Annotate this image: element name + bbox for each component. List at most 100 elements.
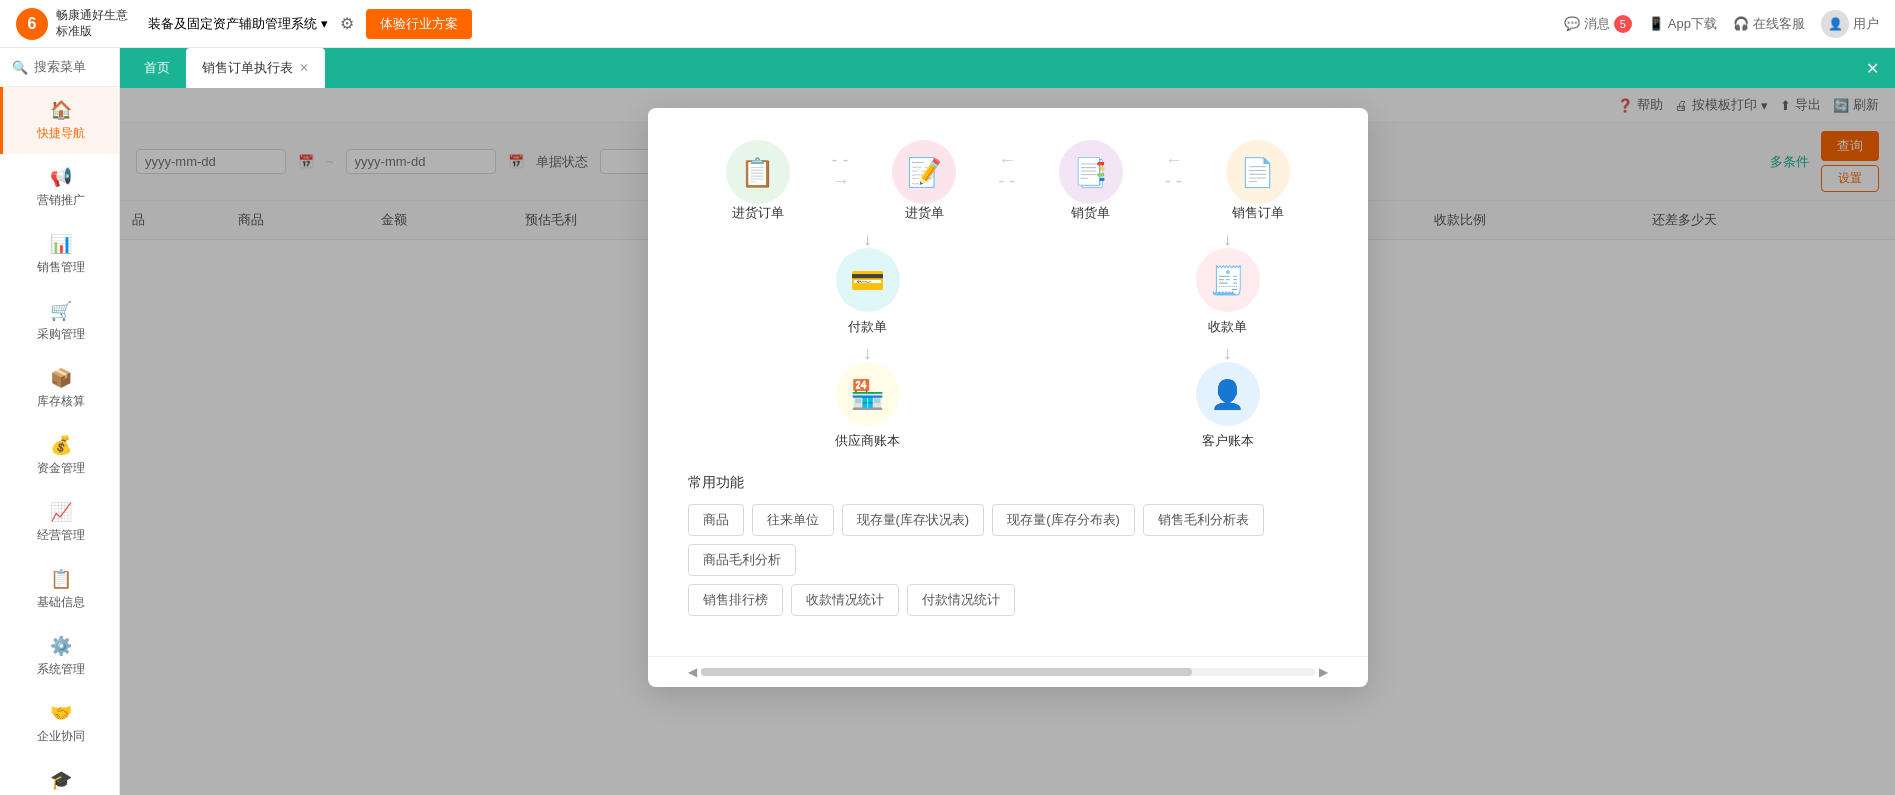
common-btn-group-2: 销售排行榜 收款情况统计 付款情况统计 (688, 584, 1328, 616)
receipt-label: 收款单 (1208, 318, 1247, 336)
btn-sales-profit[interactable]: 销售毛利分析表 (1143, 504, 1264, 536)
sales-bill-label: 销货单 (1071, 204, 1110, 222)
btn-stock-dist[interactable]: 现存量(库存分布表) (992, 504, 1135, 536)
newbie-icon: 🎓 (50, 769, 72, 791)
btn-product[interactable]: 商品 (688, 504, 744, 536)
inventory-icon: 📦 (50, 367, 72, 389)
basic-icon: 📋 (50, 568, 72, 590)
settings-button[interactable]: ⚙ (340, 14, 354, 33)
sidebar-item-operations[interactable]: 📈 经营管理 (0, 489, 119, 556)
header-actions: 💬 消息 5 📱 App下载 🎧 在线客服 👤 用户 (1564, 10, 1879, 38)
quick-nav-modal: 📋 进货订单 - - → 📝 进货单 (648, 108, 1368, 687)
message-badge: 5 (1614, 15, 1632, 33)
btn-product-profit[interactable]: 商品毛利分析 (688, 544, 796, 576)
top-header: 6 畅康通好生意 标准版 装备及固定资产辅助管理系统 ▾ ⚙ 体验行业方案 💬 … (0, 0, 1895, 48)
arrow-left-2: ← - - (1161, 150, 1188, 192)
sidebar: 🔍 搜索菜单 🏠 快捷导航 📢 营销推广 📊 销售管理 🛒 采购管理 📦 库存核… (0, 48, 120, 795)
purchase-order-label: 进货订单 (732, 204, 784, 222)
purchase-icon: 🛒 (50, 300, 72, 322)
purchase-bill-icon: 📝 (892, 140, 956, 204)
page-area: ❓ 帮助 🖨 按模板打印 ▾ ⬆ 导出 🔄 刷新 (120, 88, 1895, 795)
dropdown-arrow-icon: ▾ (321, 16, 328, 31)
scroll-left-icon[interactable]: ◀ (688, 665, 697, 679)
sidebar-item-quick[interactable]: 🏠 快捷导航 (0, 87, 119, 154)
avatar-icon: 👤 (1821, 10, 1849, 38)
home-icon: 🏠 (50, 99, 72, 121)
btn-receipt-stats[interactable]: 收款情况统计 (791, 584, 899, 616)
flow-item-sales-order[interactable]: 📄 销售订单 (1188, 140, 1328, 222)
sidebar-item-finance[interactable]: 💰 资金管理 (0, 422, 119, 489)
arrow-left-1: ← - - (994, 150, 1021, 192)
sales-icon: 📊 (50, 233, 72, 255)
supplier-ledger-icon: 🏪 (836, 362, 900, 426)
collab-icon: 🤝 (50, 702, 72, 724)
scroll-thumb[interactable] (701, 668, 1192, 676)
trial-button[interactable]: 体验行业方案 (366, 9, 472, 39)
app-icon: 📱 (1648, 16, 1664, 31)
btn-payment-stats[interactable]: 付款情况统计 (907, 584, 1015, 616)
sales-bill-icon: 📑 (1059, 140, 1123, 204)
common-functions: 常用功能 商品 往来单位 现存量(库存状况表) 现存量(库存分布表) 销售毛利分… (688, 474, 1328, 616)
btn-partner[interactable]: 往来单位 (752, 504, 834, 536)
supplier-ledger-label: 供应商账本 (835, 432, 900, 450)
operations-icon: 📈 (50, 501, 72, 523)
system-title: 装备及固定资产辅助管理系统 (148, 15, 317, 33)
message-button[interactable]: 💬 消息 5 (1564, 15, 1632, 33)
online-service-button[interactable]: 🎧 在线客服 (1733, 15, 1805, 33)
tab-close-icon[interactable]: ✕ (299, 61, 309, 75)
user-avatar[interactable]: 👤 用户 (1821, 10, 1879, 38)
modal-body: 📋 进货订单 - - → 📝 进货单 (648, 108, 1368, 656)
logo-icon: 6 (16, 8, 48, 40)
sidebar-item-inventory[interactable]: 📦 库存核算 (0, 355, 119, 422)
sidebar-item-system[interactable]: ⚙️ 系统管理 (0, 623, 119, 690)
common-btn-group-1: 商品 往来单位 现存量(库存状况表) 现存量(库存分布表) 销售毛利分析表 商品… (688, 504, 1328, 576)
tab-home[interactable]: 首页 (128, 48, 186, 88)
message-icon: 💬 (1564, 16, 1580, 31)
scroll-right-icon[interactable]: ▶ (1319, 665, 1328, 679)
sidebar-search[interactable]: 🔍 搜索菜单 (0, 48, 119, 87)
logo-text: 畅康通好生意 标准版 (56, 8, 128, 39)
customer-ledger-label: 客户账本 (1202, 432, 1254, 450)
service-icon: 🎧 (1733, 16, 1749, 31)
common-title: 常用功能 (688, 474, 1328, 492)
flow-item-purchase-order[interactable]: 📋 进货订单 (688, 140, 828, 222)
arrow-down-customer: ↓ (1223, 344, 1232, 362)
finance-icon: 💰 (50, 434, 72, 456)
system-icon: ⚙️ (50, 635, 72, 657)
sidebar-item-newbie[interactable]: 🎓 新手引导 (0, 757, 119, 795)
sidebar-item-marketing[interactable]: 📢 营销推广 (0, 154, 119, 221)
tab-sales-order[interactable]: 销售订单执行表 ✕ (186, 48, 325, 88)
app-download-button[interactable]: 📱 App下载 (1648, 15, 1717, 33)
flow-item-sales-bill[interactable]: 📑 销货单 (1021, 140, 1161, 222)
customer-ledger-icon: 👤 (1196, 362, 1260, 426)
modal-scrollbar-area: ◀ ▶ (648, 656, 1368, 687)
sidebar-item-collab[interactable]: 🤝 企业协同 (0, 690, 119, 757)
arrow-down-receipt: ↓ (1223, 230, 1232, 248)
main-layout: 🔍 搜索菜单 🏠 快捷导航 📢 营销推广 📊 销售管理 🛒 采购管理 📦 库存核… (0, 48, 1895, 795)
purchase-order-icon: 📋 (726, 140, 790, 204)
scroll-arrows: ◀ ▶ (688, 665, 1328, 679)
logo-area: 6 畅康通好生意 标准版 (16, 8, 136, 40)
payment-label: 付款单 (848, 318, 887, 336)
modal-overlay: 📋 进货订单 - - → 📝 进货单 (120, 88, 1895, 795)
tab-bar: 首页 销售订单执行表 ✕ ✕ (120, 48, 1895, 88)
marketing-icon: 📢 (50, 166, 72, 188)
scroll-track (701, 668, 1315, 676)
tab-bar-close-icon[interactable]: ✕ (1858, 59, 1887, 78)
sidebar-item-sales[interactable]: 📊 销售管理 (0, 221, 119, 288)
sidebar-item-purchase[interactable]: 🛒 采购管理 (0, 288, 119, 355)
payment-icon: 💳 (836, 248, 900, 312)
search-icon: 🔍 (12, 60, 28, 75)
btn-sales-rank[interactable]: 销售排行榜 (688, 584, 783, 616)
btn-stock-status[interactable]: 现存量(库存状况表) (842, 504, 985, 536)
system-title-dropdown[interactable]: 装备及固定资产辅助管理系统 ▾ (148, 15, 328, 33)
receipt-icon: 🧾 (1196, 248, 1260, 312)
sales-order-label: 销售订单 (1232, 204, 1284, 222)
arrow-right-1: - - → (828, 150, 855, 192)
flow-item-purchase-bill[interactable]: 📝 进货单 (854, 140, 994, 222)
sidebar-item-basic[interactable]: 📋 基础信息 (0, 556, 119, 623)
arrow-down-payment: ↓ (863, 230, 872, 248)
sales-order-icon: 📄 (1226, 140, 1290, 204)
arrow-down-supplier: ↓ (863, 344, 872, 362)
purchase-bill-label: 进货单 (905, 204, 944, 222)
